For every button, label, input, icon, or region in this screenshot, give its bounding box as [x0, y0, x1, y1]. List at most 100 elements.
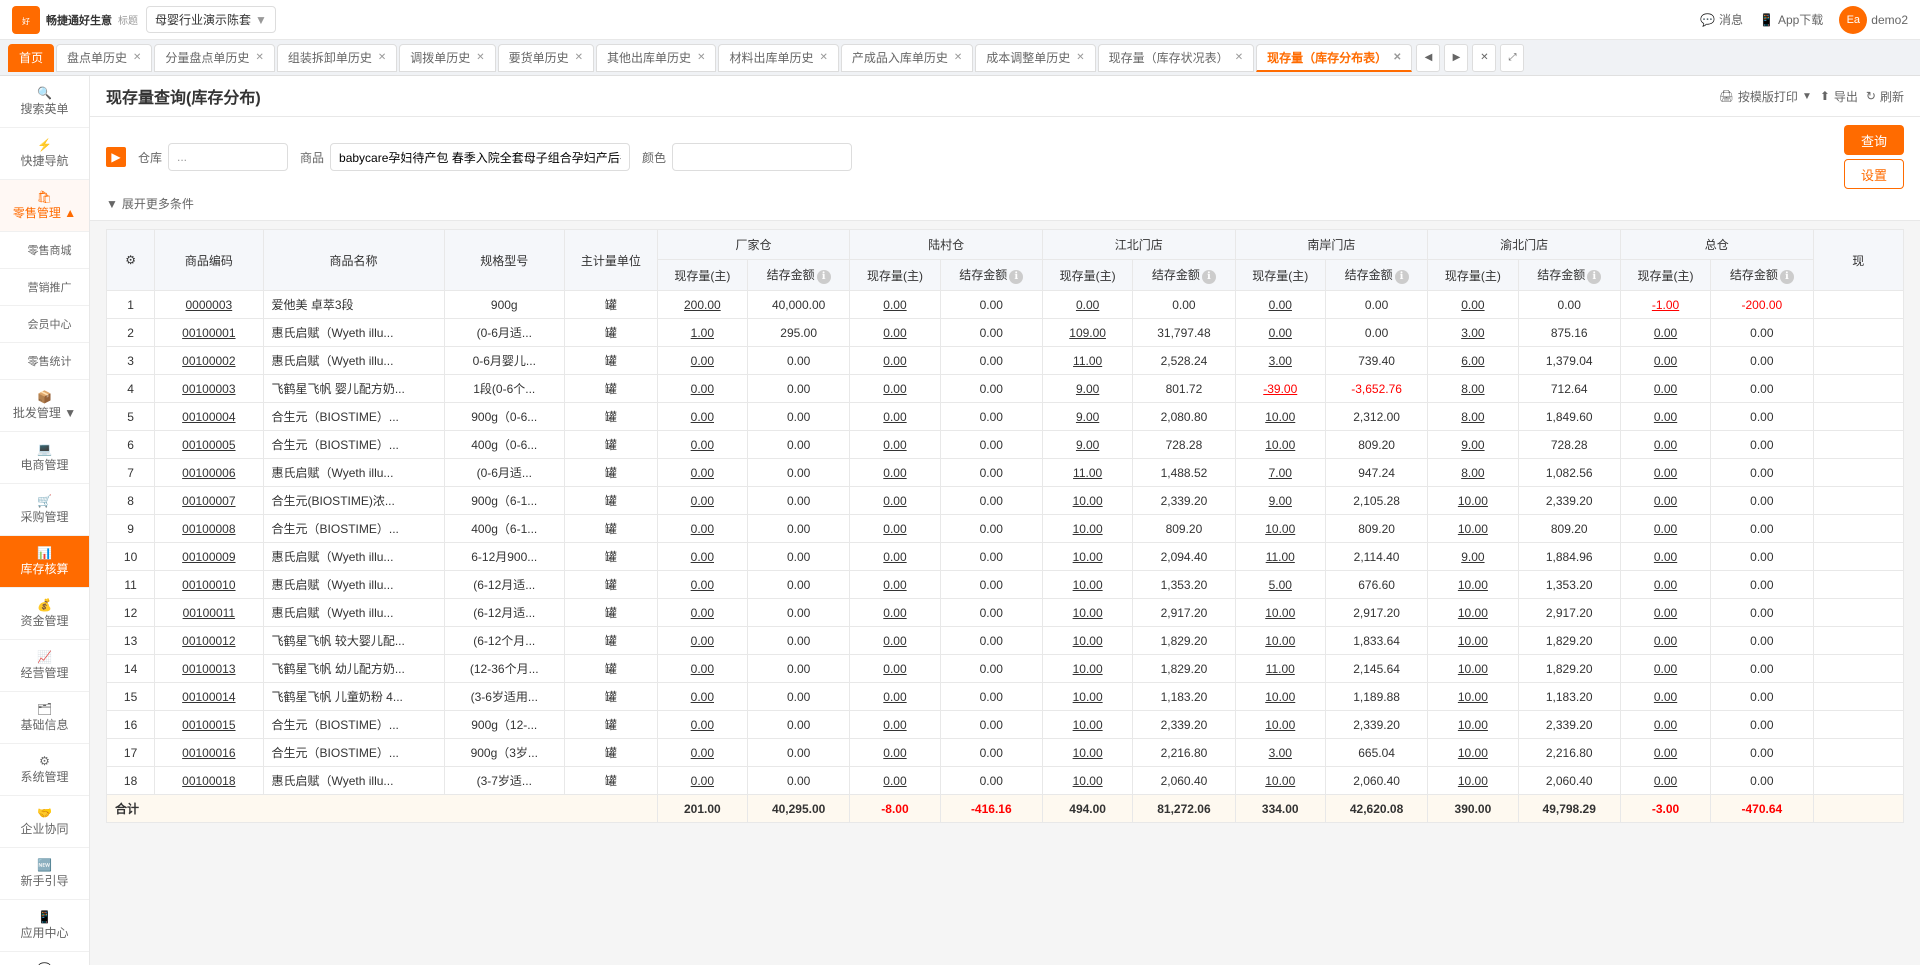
row-t-qty[interactable]: 0.00	[1620, 515, 1710, 543]
sidebar-item-inventory[interactable]: 📊 库存核算	[0, 536, 89, 588]
row-yb-qty[interactable]: 10.00	[1428, 627, 1518, 655]
row-ny-qty[interactable]: 9.00	[1235, 487, 1325, 515]
tab-9[interactable]: 成本调整单历史 ✕	[975, 44, 1095, 72]
tab-prev-btn[interactable]: ◀	[1416, 44, 1440, 72]
row-yb-qty[interactable]: 10.00	[1428, 767, 1518, 795]
row-ny-qty[interactable]: 10.00	[1235, 431, 1325, 459]
row-t-qty[interactable]: 0.00	[1620, 431, 1710, 459]
industry-select[interactable]: 母婴行业演示陈套 ▼	[146, 6, 276, 33]
print-btn[interactable]: 🖨 按模版打印 ▼	[1719, 88, 1812, 105]
tab-3[interactable]: 组装拆卸单历史 ✕	[277, 44, 397, 72]
sidebar-item-operations[interactable]: 📈 经营管理	[0, 640, 89, 692]
row-t-qty[interactable]: 0.00	[1620, 403, 1710, 431]
sidebar-item-guide[interactable]: 🆕 新手引导	[0, 848, 89, 900]
row-ny-qty[interactable]: 11.00	[1235, 655, 1325, 683]
row-ny-qty[interactable]: 11.00	[1235, 543, 1325, 571]
tab-4[interactable]: 调拨单历史 ✕	[399, 44, 495, 72]
row-code[interactable]: 00100016	[155, 739, 263, 767]
tab-2[interactable]: 分量盘点单历史 ✕	[154, 44, 274, 72]
tab-maximize-btn[interactable]: ⤢	[1500, 44, 1524, 72]
row-l-qty[interactable]: 0.00	[850, 487, 940, 515]
tab-2-close[interactable]: ✕	[255, 52, 263, 63]
row-code[interactable]: 00100004	[155, 403, 263, 431]
user-avatar-btn[interactable]: Ea demo2	[1839, 6, 1908, 34]
row-yb-qty[interactable]: 6.00	[1428, 347, 1518, 375]
sidebar-item-collab[interactable]: 🤝 企业协同	[0, 796, 89, 848]
row-yb-qty[interactable]: 8.00	[1428, 403, 1518, 431]
row-l-qty[interactable]: 0.00	[850, 403, 940, 431]
sidebar-item-wholesale[interactable]: 📦 批发管理 ▼	[0, 380, 89, 432]
row-yb-qty[interactable]: 10.00	[1428, 515, 1518, 543]
row-yb-qty[interactable]: 10.00	[1428, 487, 1518, 515]
row-f-qty[interactable]: 0.00	[657, 515, 747, 543]
tab-5[interactable]: 要货单历史 ✕	[498, 44, 594, 72]
row-yb-qty[interactable]: 9.00	[1428, 431, 1518, 459]
sidebar-item-basic[interactable]: 🗂 基础信息	[0, 692, 89, 744]
row-ny-qty[interactable]: -39.00	[1235, 375, 1325, 403]
row-f-qty[interactable]: 0.00	[657, 403, 747, 431]
row-ny-qty[interactable]: 0.00	[1235, 291, 1325, 319]
row-jb-qty[interactable]: 10.00	[1042, 739, 1132, 767]
row-yb-qty[interactable]: 10.00	[1428, 571, 1518, 599]
yb-amt-info-icon[interactable]: ℹ	[1587, 270, 1601, 284]
row-l-qty[interactable]: 0.00	[850, 543, 940, 571]
row-f-qty[interactable]: 0.00	[657, 459, 747, 487]
row-code[interactable]: 00100011	[155, 599, 263, 627]
t-amt-info-icon[interactable]: ℹ	[1780, 270, 1794, 284]
row-f-qty[interactable]: 0.00	[657, 655, 747, 683]
row-code[interactable]: 00100006	[155, 459, 263, 487]
row-code[interactable]: 00100012	[155, 627, 263, 655]
tab-5-close[interactable]: ✕	[575, 52, 583, 63]
row-l-qty[interactable]: 0.00	[850, 375, 940, 403]
row-t-qty[interactable]: 0.00	[1620, 599, 1710, 627]
row-l-qty[interactable]: 0.00	[850, 683, 940, 711]
tab-1[interactable]: 盘点单历史 ✕	[56, 44, 152, 72]
row-f-qty[interactable]: 1.00	[657, 319, 747, 347]
row-l-qty[interactable]: 0.00	[850, 347, 940, 375]
row-jb-qty[interactable]: 10.00	[1042, 627, 1132, 655]
row-code[interactable]: 00100014	[155, 683, 263, 711]
th-settings[interactable]: ⚙	[107, 230, 155, 291]
row-code[interactable]: 00100009	[155, 543, 263, 571]
row-l-qty[interactable]: 0.00	[850, 599, 940, 627]
f-amt-info-icon[interactable]: ℹ	[817, 270, 831, 284]
row-f-qty[interactable]: 0.00	[657, 599, 747, 627]
table-settings-icon[interactable]: ⚙	[125, 253, 136, 267]
row-t-qty[interactable]: 0.00	[1620, 319, 1710, 347]
row-l-qty[interactable]: 0.00	[850, 291, 940, 319]
row-f-qty[interactable]: 0.00	[657, 739, 747, 767]
row-t-qty[interactable]: -1.00	[1620, 291, 1710, 319]
ny-amt-info-icon[interactable]: ℹ	[1395, 270, 1409, 284]
tab-4-close[interactable]: ✕	[476, 52, 484, 63]
tab-10[interactable]: 现存量（库存状况表） ✕	[1098, 44, 1254, 72]
row-jb-qty[interactable]: 10.00	[1042, 711, 1132, 739]
row-f-qty[interactable]: 0.00	[657, 711, 747, 739]
row-ny-qty[interactable]: 0.00	[1235, 319, 1325, 347]
row-jb-qty[interactable]: 10.00	[1042, 599, 1132, 627]
row-f-qty[interactable]: 0.00	[657, 683, 747, 711]
row-ny-qty[interactable]: 7.00	[1235, 459, 1325, 487]
tab-7-close[interactable]: ✕	[819, 52, 827, 63]
row-jb-qty[interactable]: 10.00	[1042, 571, 1132, 599]
row-f-qty[interactable]: 0.00	[657, 487, 747, 515]
tab-1-close[interactable]: ✕	[133, 52, 141, 63]
row-t-qty[interactable]: 0.00	[1620, 375, 1710, 403]
tab-7[interactable]: 材料出库单历史 ✕	[718, 44, 838, 72]
row-l-qty[interactable]: 0.00	[850, 515, 940, 543]
row-jb-qty[interactable]: 9.00	[1042, 403, 1132, 431]
row-code[interactable]: 0000003	[155, 291, 263, 319]
tab-11[interactable]: 现存量（库存分布表） ✕	[1256, 44, 1412, 72]
row-f-qty[interactable]: 0.00	[657, 543, 747, 571]
row-ny-qty[interactable]: 10.00	[1235, 599, 1325, 627]
row-l-qty[interactable]: 0.00	[850, 767, 940, 795]
row-f-qty[interactable]: 200.00	[657, 291, 747, 319]
row-jb-qty[interactable]: 9.00	[1042, 375, 1132, 403]
row-ny-qty[interactable]: 10.00	[1235, 683, 1325, 711]
row-ny-qty[interactable]: 3.00	[1235, 347, 1325, 375]
row-jb-qty[interactable]: 10.00	[1042, 515, 1132, 543]
row-ny-qty[interactable]: 10.00	[1235, 711, 1325, 739]
row-l-qty[interactable]: 0.00	[850, 571, 940, 599]
row-code[interactable]: 00100018	[155, 767, 263, 795]
sidebar-item-purchase[interactable]: 🛒 采购管理	[0, 484, 89, 536]
row-code[interactable]: 00100015	[155, 711, 263, 739]
